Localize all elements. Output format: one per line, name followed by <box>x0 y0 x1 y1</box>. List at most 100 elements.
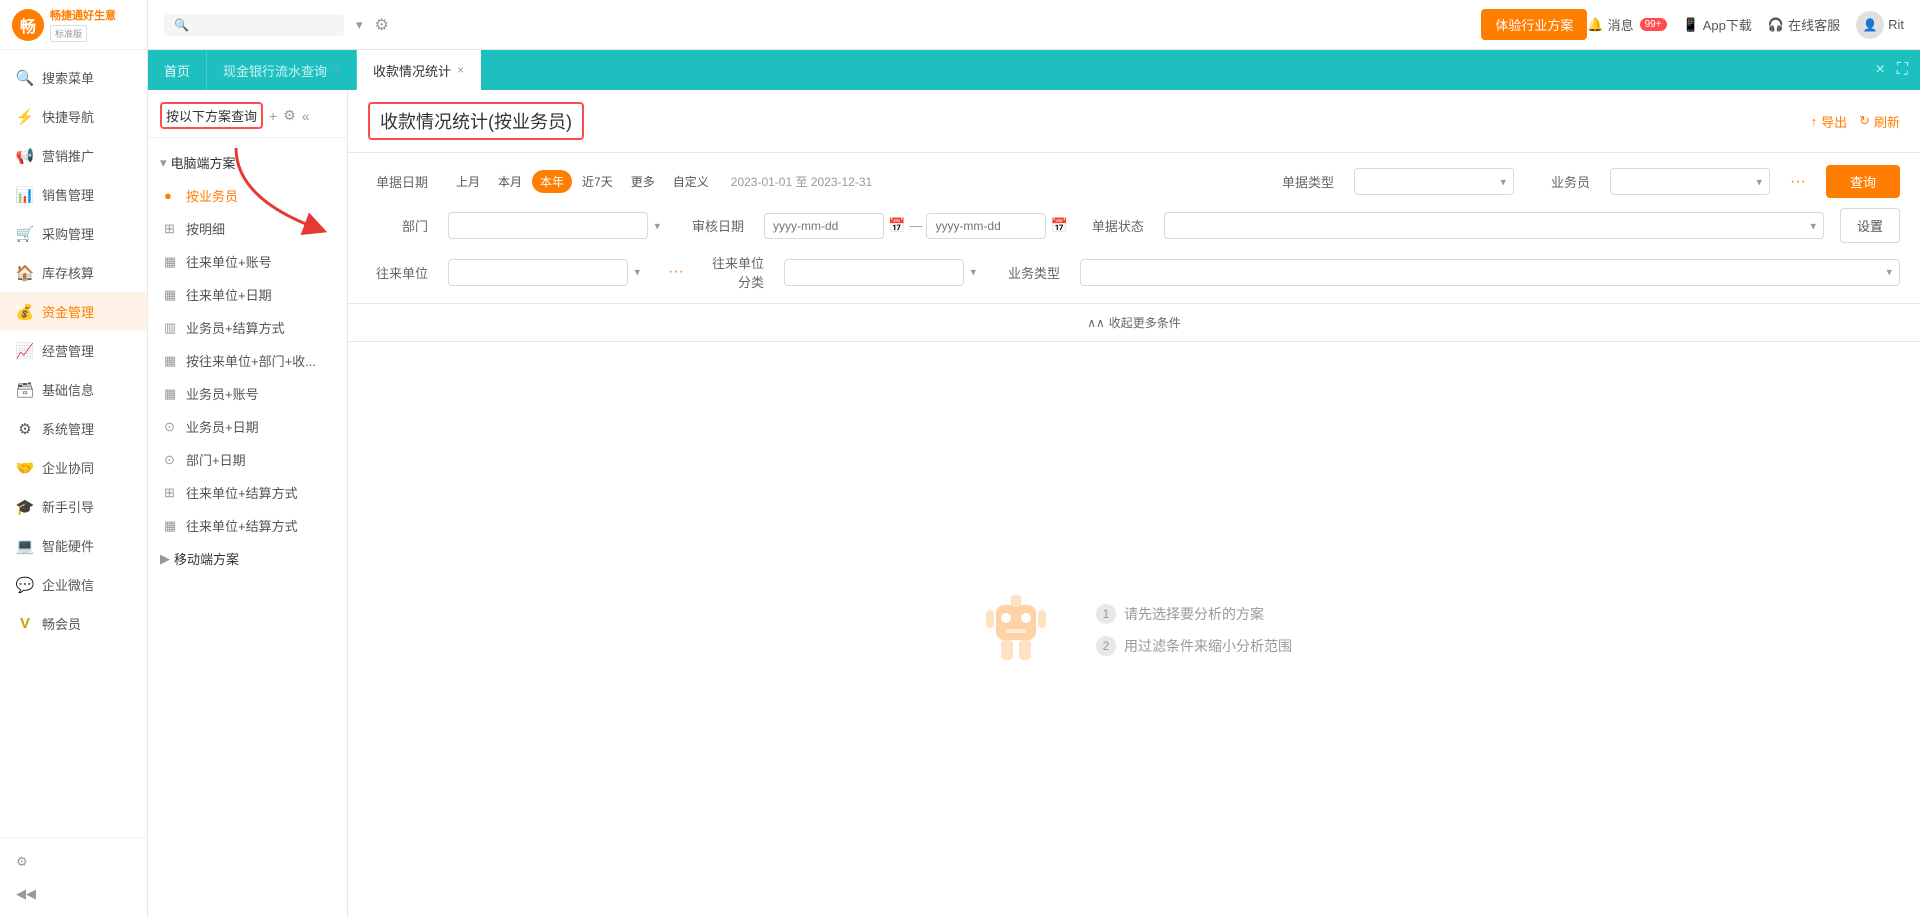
doc-status-select[interactable] <box>1164 212 1824 239</box>
sidebar-item-system[interactable]: ⚙ 系统管理 <box>0 409 147 448</box>
sidebar-item-guide[interactable]: 🎓 新手引导 <box>0 487 147 526</box>
online-service-btn[interactable]: 🎧 在线客服 <box>1768 15 1840 34</box>
date-tab-this-month[interactable]: 本月 <box>490 170 530 193</box>
tree-item-staff-settle[interactable]: ▥ 业务员+结算方式 <box>148 311 347 344</box>
tree-item-dept-date-label: 部门+日期 <box>186 450 246 469</box>
sidebar-item-search[interactable]: 🔍 搜索菜单 <box>0 58 147 97</box>
app-download-btn[interactable]: 📱 App下载 <box>1683 15 1752 34</box>
review-date-end[interactable] <box>926 213 1046 239</box>
tree-item-by-detail[interactable]: ⊞ 按明细 <box>148 212 347 245</box>
sidebar-item-vip[interactable]: V 畅会员 <box>0 604 147 643</box>
tree-item-staff-account[interactable]: ▦ 业务员+账号 <box>148 377 347 410</box>
partner-class-select[interactable] <box>784 259 964 286</box>
tree-item-ua-icon: ▦ <box>164 254 180 270</box>
collapse-bar[interactable]: ∧∧ 收起更多条件 <box>348 304 1920 342</box>
sidebar-item-purchase[interactable]: 🛒 采购管理 <box>0 214 147 253</box>
trial-btn[interactable]: 体验行业方案 <box>1481 9 1587 40</box>
tree-group-desktop-label: 电脑端方案 <box>171 153 236 172</box>
tree-item-ud-icon: ▦ <box>164 287 180 303</box>
tab-collection[interactable]: 收款情况统计 × <box>357 50 481 90</box>
tab-close-all-btn[interactable]: × <box>1875 61 1884 79</box>
empty-robot-icon <box>976 585 1056 675</box>
refresh-btn[interactable]: ↻ 刷新 <box>1859 112 1900 131</box>
tree-group-mobile[interactable]: ▶ 移动端方案 <box>148 542 347 575</box>
sidebar-item-inventory[interactable]: 🏠 库存核算 <box>0 253 147 292</box>
doc-type-select[interactable] <box>1354 168 1514 195</box>
date-tab-this-year[interactable]: 本年 <box>532 170 572 193</box>
user-area[interactable]: 👤 Rit <box>1856 11 1904 39</box>
topbar-search-area[interactable]: 🔍 <box>164 14 344 36</box>
tree-item-staff-date[interactable]: ⊙ 业务员+日期 <box>148 410 347 443</box>
settings-btn[interactable]: 设置 <box>1840 208 1900 243</box>
staff-select[interactable] <box>1610 168 1770 195</box>
panel-title: 按以下方案查询 <box>166 109 257 124</box>
tree-item-sacc-icon: ▦ <box>164 386 180 402</box>
bank-tab-close[interactable]: × <box>333 63 340 77</box>
home-tab-label: 首页 <box>164 61 190 80</box>
panel-collapse-btn[interactable]: « <box>302 108 310 124</box>
date-tab-7days[interactable]: 近7天 <box>574 170 621 193</box>
sidebar-settings-btn[interactable]: ⚙ <box>0 846 147 878</box>
tab-bank[interactable]: 现金银行流水查询 × <box>207 50 357 90</box>
service-icon: 🎧 <box>1768 17 1784 33</box>
export-label: 导出 <box>1821 112 1847 131</box>
sidebar-item-search-label: 搜索菜单 <box>42 68 94 87</box>
tree-item-unit-date[interactable]: ▦ 往来单位+日期 <box>148 278 347 311</box>
sidebar-item-inventory-label: 库存核算 <box>42 263 94 282</box>
tree-group-desktop[interactable]: ▾ 电脑端方案 <box>148 146 347 179</box>
sidebar-item-quick-nav[interactable]: ⚡ 快捷导航 <box>0 97 147 136</box>
tree-item-dept-date[interactable]: ⊙ 部门+日期 <box>148 443 347 476</box>
tree-item-unit-settle2[interactable]: ▦ 往来单位+结算方式 <box>148 509 347 542</box>
tree-item-by-staff[interactable]: ● 按业务员 <box>148 179 347 212</box>
biz-type-select[interactable] <box>1080 259 1900 286</box>
tab-home[interactable]: 首页 <box>148 50 207 90</box>
sidebar-item-corp[interactable]: 🤝 企业协同 <box>0 448 147 487</box>
collection-tab-close[interactable]: × <box>457 63 464 77</box>
export-btn[interactable]: ↑ 导出 <box>1811 112 1848 131</box>
tree-item-unit-settle2-label: 往来单位+结算方式 <box>186 516 298 535</box>
partner-select[interactable] <box>448 259 628 286</box>
panel-settings-btn[interactable]: ⚙ <box>283 107 296 124</box>
export-icon: ↑ <box>1811 114 1818 129</box>
tree-item-unit-settle[interactable]: ⊞ 往来单位+结算方式 <box>148 476 347 509</box>
sidebar-item-hardware[interactable]: 💻 智能硬件 <box>0 526 147 565</box>
staff-select-wrap <box>1610 168 1770 195</box>
notification-btn[interactable]: 🔔 消息 99+ <box>1587 15 1666 34</box>
topbar-settings-icon[interactable]: ⚙ <box>375 15 389 35</box>
tree-item-unit-account[interactable]: ▦ 往来单位+账号 <box>148 245 347 278</box>
tree-item-sdate-icon: ⊙ <box>164 419 180 435</box>
download-icon: 📱 <box>1683 17 1699 33</box>
panel-add-btn[interactable]: + <box>269 108 277 124</box>
collapse-bottom-icon: ◀◀ <box>16 886 36 902</box>
sidebar-item-wechat[interactable]: 💬 企业微信 <box>0 565 147 604</box>
date-tab-more[interactable]: 更多 <box>623 170 663 193</box>
date-tab-custom[interactable]: 自定义 <box>665 170 717 193</box>
tip-text-1: 请先选择要分析的方案 <box>1124 604 1264 624</box>
tree-item-staff-settle-label: 业务员+结算方式 <box>186 318 285 337</box>
page-title: 收款情况统计(按业务员) <box>380 112 572 132</box>
operation-icon: 📈 <box>16 342 34 360</box>
purchase-icon: 🛒 <box>16 225 34 243</box>
review-date-start[interactable] <box>764 213 884 239</box>
query-btn[interactable]: 查询 <box>1826 165 1900 198</box>
dept-select[interactable] <box>448 212 648 239</box>
sidebar-item-finance[interactable]: 💰 资金管理 <box>0 292 147 331</box>
refresh-label: 刷新 <box>1874 112 1900 131</box>
system-icon: ⚙ <box>16 420 34 438</box>
tab-fullscreen-btn[interactable]: ⛶ <box>1897 61 1908 79</box>
sidebar-item-basic[interactable]: 🗃 基础信息 <box>0 370 147 409</box>
tree-item-unit-dept[interactable]: ▦ 按往来单位+部门+收... <box>148 344 347 377</box>
sidebar-item-sales[interactable]: 📊 销售管理 <box>0 175 147 214</box>
quick-nav-icon: ⚡ <box>16 108 34 126</box>
tabbar-end: × ⛶ <box>1863 50 1920 90</box>
partner-more-btn[interactable]: ··· <box>664 263 688 281</box>
collection-tab-label: 收款情况统计 <box>373 61 451 80</box>
staff-more-btn[interactable]: ··· <box>1786 173 1810 191</box>
date-label: 单据日期 <box>368 172 428 191</box>
sidebar-item-operation[interactable]: 📈 经营管理 <box>0 331 147 370</box>
sidebar-collapse-btn[interactable]: ◀◀ <box>0 878 147 910</box>
partner-class-select-wrap <box>784 259 984 286</box>
sidebar-item-marketing[interactable]: 📢 营销推广 <box>0 136 147 175</box>
date-tab-last-month[interactable]: 上月 <box>448 170 488 193</box>
tree-item-ude-icon: ▦ <box>164 353 180 369</box>
